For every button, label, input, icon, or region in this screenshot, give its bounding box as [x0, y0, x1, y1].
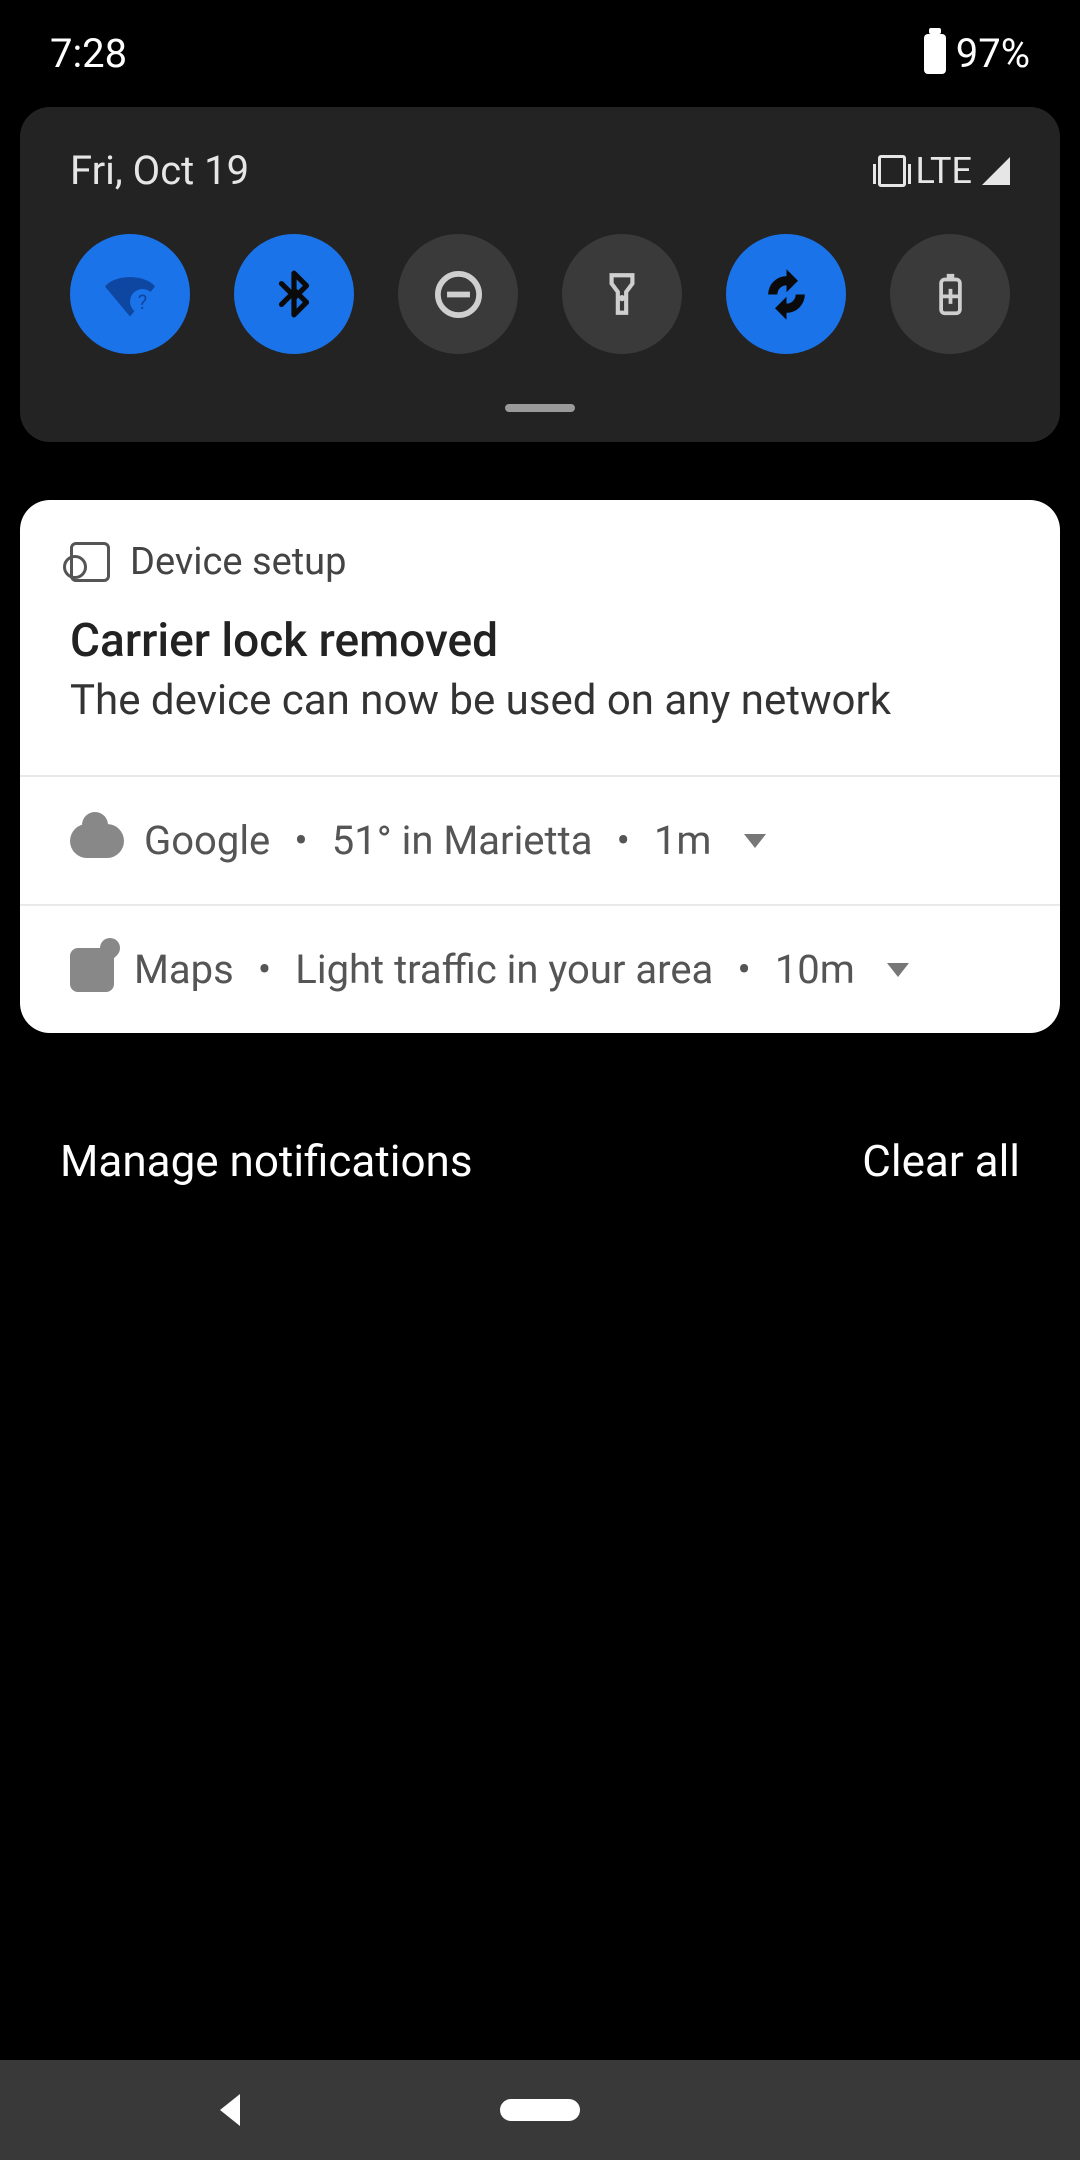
reply-arrow-icon: ➔: [366, 1576, 400, 1623]
downvote-icon[interactable]: [221, 1757, 245, 1771]
avatar[interactable]: [50, 1316, 132, 1398]
qs-tile-flashlight[interactable]: [562, 234, 682, 354]
notification-title: Carrier lock removed: [70, 614, 1010, 668]
qs-expand-handle[interactable]: [505, 404, 575, 412]
qs-tile-dnd[interactable]: [398, 234, 518, 354]
collapse-button[interactable]: –: [920, 1316, 970, 1366]
status-bar: 7:28 97%: [0, 0, 1080, 107]
reply-button[interactable]: Reply: [261, 1212, 356, 1256]
notification-body: The device can now be used on any networ…: [70, 676, 1010, 725]
svg-text:?: ?: [138, 290, 147, 314]
status-time: 7:28: [50, 30, 127, 77]
flag-icon[interactable]: [1000, 1846, 1030, 1876]
downvote-icon[interactable]: [177, 1227, 201, 1241]
notification-app-name: Maps: [134, 946, 234, 993]
qs-tile-wifi[interactable]: ?: [70, 234, 190, 354]
notification-summary: 51° in Marietta: [332, 817, 593, 864]
flag-icon[interactable]: [1000, 1326, 1030, 1356]
battery-icon: [924, 34, 946, 74]
notification-age: 1m: [654, 817, 712, 864]
reply-button[interactable]: Reply: [305, 1742, 400, 1786]
notification-shade: Device setup Carrier lock removed The de…: [20, 500, 1060, 1033]
flag-icon[interactable]: [1000, 1586, 1030, 1616]
comment: netizen ➔ P. Sherman 7 hours ago – Why h…: [50, 1576, 1030, 1786]
vibrate-icon: [878, 155, 906, 187]
collapse-button[interactable]: –: [920, 1836, 970, 1886]
chevron-down-icon[interactable]: [887, 963, 909, 977]
qs-tile-autorotate[interactable]: [726, 234, 846, 354]
upvote-icon[interactable]: [123, 1497, 147, 1511]
separator: •: [737, 946, 751, 993]
quick-settings-panel: Fri, Oct 19 LTE ?: [20, 107, 1060, 442]
notification-app-name: Device setup: [130, 540, 346, 584]
comment: P. Sherman ➔ netizen 7 hours ago – "Earl…: [110, 1836, 1030, 2037]
comment-time: 7 hours ago: [282, 1887, 896, 1929]
comment-body: Thanks, Ajit Pai.: [50, 1419, 1030, 1468]
network-label: LTE: [916, 150, 973, 192]
reply-to: netizen: [541, 1836, 670, 1883]
upvote-icon[interactable]: [167, 1757, 191, 1771]
chevron-down-icon[interactable]: [744, 834, 766, 848]
notification-summary: Light traffic in your area: [295, 946, 713, 993]
comment-author[interactable]: P. Sherman: [156, 1316, 358, 1363]
notification-app-name: Google: [144, 817, 270, 864]
avatar[interactable]: [116, 1576, 198, 1658]
navigation-bar: [0, 2060, 1080, 2160]
notification-device-setup[interactable]: Device setup Carrier lock removed The de…: [20, 500, 1060, 775]
back-button[interactable]: [220, 2094, 240, 2126]
upvote-icon[interactable]: [123, 1227, 147, 1241]
manage-notifications-button[interactable]: Manage notifications: [60, 1135, 473, 1187]
separator: •: [616, 817, 630, 864]
separator: •: [294, 817, 308, 864]
reply-arrow-icon: ➔: [496, 1836, 530, 1883]
comment-body: Why him?: [116, 1679, 1030, 1728]
qs-tiles: ?: [70, 234, 1010, 354]
vote-count: 1: [116, 1742, 137, 1786]
downvote-icon[interactable]: [177, 1497, 201, 1511]
battery-percent: 97%: [956, 30, 1030, 77]
maps-icon: [70, 948, 114, 992]
clear-all-button[interactable]: Clear all: [862, 1135, 1020, 1187]
reply-button[interactable]: Reply: [261, 1482, 356, 1526]
signal-icon: [982, 157, 1010, 185]
comment: P. Sherman 11 hours ago – Thanks, Ajit P…: [50, 1316, 1030, 1526]
qs-date[interactable]: Fri, Oct 19: [70, 147, 249, 194]
comment-time: 11 hours ago: [156, 1367, 896, 1409]
device-setup-icon: [70, 542, 110, 582]
notification-maps[interactable]: Maps • Light traffic in your area • 10m: [20, 906, 1060, 1033]
notification-weather[interactable]: Google • 51° in Marietta • 1m: [20, 777, 1060, 904]
vote-count: 48: [50, 1212, 93, 1256]
comment-time: 7 hours ago: [222, 1627, 896, 1669]
qs-tile-battery-saver[interactable]: [890, 234, 1010, 354]
comment-body: "Earlier this year, however, Verizon dec…: [176, 1939, 1030, 2037]
comment-author[interactable]: netizen: [222, 1576, 354, 1623]
comment-author[interactable]: P. Sherman: [282, 1836, 484, 1883]
shade-footer: Manage notifications Clear all: [20, 1115, 1060, 1207]
separator: •: [258, 946, 272, 993]
collapse-button[interactable]: –: [920, 1576, 970, 1626]
cloud-icon: [70, 824, 124, 858]
avatar[interactable]: [176, 1836, 258, 1918]
vote-count: 87: [50, 1482, 93, 1526]
notification-age: 10m: [775, 946, 855, 993]
reply-to: P. Sherman: [412, 1576, 611, 1623]
home-pill[interactable]: [500, 2099, 580, 2121]
qs-tile-bluetooth[interactable]: [234, 234, 354, 354]
